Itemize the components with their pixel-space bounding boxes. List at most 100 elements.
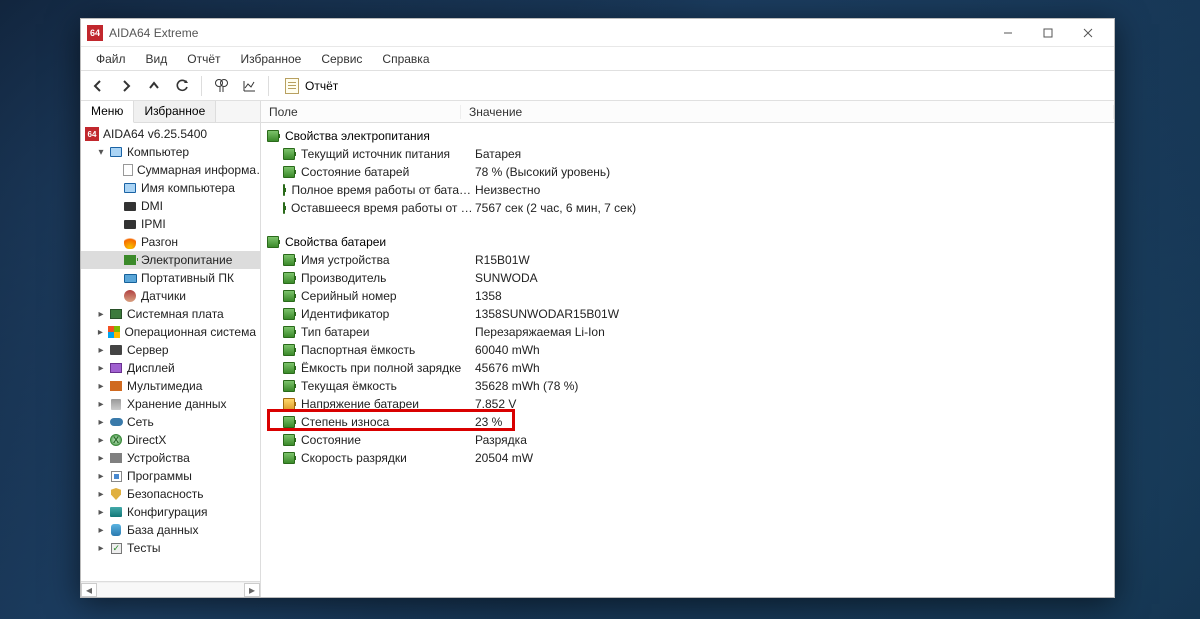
report-button[interactable]: Отчёт xyxy=(275,75,348,97)
detail-row[interactable]: Состояние батарей78 % (Высокий уровень) xyxy=(261,163,1114,181)
group-title: Свойства батареи xyxy=(285,235,386,249)
menu-favorites[interactable]: Избранное xyxy=(232,49,311,69)
battery-icon xyxy=(283,290,295,302)
detail-row[interactable]: Производитель SUNWODA xyxy=(261,269,1114,287)
detail-row[interactable]: Серийный номер1358 xyxy=(261,287,1114,305)
collapse-icon[interactable]: ▾ xyxy=(95,146,107,158)
tree-tests[interactable]: ▸Тесты xyxy=(81,539,260,557)
battery-icon xyxy=(283,166,295,178)
expand-icon[interactable]: ▸ xyxy=(95,434,107,446)
menu-service[interactable]: Сервис xyxy=(312,49,371,69)
benchmark-button[interactable] xyxy=(208,73,234,99)
chart-button[interactable] xyxy=(236,73,262,99)
tree-network[interactable]: ▸Сеть xyxy=(81,413,260,431)
expand-icon[interactable]: ▸ xyxy=(95,470,107,482)
close-button[interactable] xyxy=(1068,21,1108,45)
group-header[interactable]: Свойства батареи xyxy=(261,233,1114,251)
expand-icon[interactable]: ▸ xyxy=(95,524,107,536)
up-button[interactable] xyxy=(141,73,167,99)
field-value: SUNWODA xyxy=(471,271,1114,285)
tree-os[interactable]: ▸Операционная система xyxy=(81,323,260,341)
minimize-button[interactable] xyxy=(988,21,1028,45)
titlebar: 64 AIDA64 Extreme xyxy=(81,19,1114,47)
tree-motherboard[interactable]: ▸Системная плата xyxy=(81,305,260,323)
expand-icon[interactable]: ▸ xyxy=(95,344,107,356)
server-icon xyxy=(110,345,122,355)
expand-icon[interactable]: ▸ xyxy=(95,452,107,464)
tree-storage[interactable]: ▸Хранение данных xyxy=(81,395,260,413)
tree-summary[interactable]: Суммарная информа… xyxy=(81,161,260,179)
tree-ipmi[interactable]: IPMI xyxy=(81,215,260,233)
tree-dmi[interactable]: DMI xyxy=(81,197,260,215)
tree-portable[interactable]: Портативный ПК xyxy=(81,269,260,287)
detail-row[interactable]: Тип батареиПерезаряжаемая Li-Ion xyxy=(261,323,1114,341)
scroll-right-icon[interactable]: ▸ xyxy=(244,583,260,597)
back-button[interactable] xyxy=(85,73,111,99)
expand-icon[interactable]: ▸ xyxy=(95,488,107,500)
detail-row[interactable]: Паспортная ёмкость60040 mWh xyxy=(261,341,1114,359)
tree-database[interactable]: ▸База данных xyxy=(81,521,260,539)
computer-icon xyxy=(110,147,122,157)
detail-row[interactable]: Ёмкость при полной зарядке45676 mWh xyxy=(261,359,1114,377)
detail-row[interactable]: Оставшееся время работы от …7567 сек (2 … xyxy=(261,199,1114,217)
menu-file[interactable]: Файл xyxy=(87,49,135,69)
tree-config[interactable]: ▸Конфигурация xyxy=(81,503,260,521)
detail-row[interactable]: Степень износа23 % xyxy=(261,413,1114,431)
field-value: 7.852 V xyxy=(471,397,1114,411)
tree-server[interactable]: ▸Сервер xyxy=(81,341,260,359)
tree-devices[interactable]: ▸Устройства xyxy=(81,449,260,467)
battery-icon xyxy=(283,452,295,464)
refresh-button[interactable] xyxy=(169,73,195,99)
detail-row[interactable]: СостояниеРазрядка xyxy=(261,431,1114,449)
tree-display[interactable]: ▸Дисплей xyxy=(81,359,260,377)
forward-button[interactable] xyxy=(113,73,139,99)
tab-favorites[interactable]: Избранное xyxy=(134,101,216,122)
expand-icon[interactable]: ▸ xyxy=(95,398,107,410)
tree-scrollbar[interactable]: ◂ ▸ xyxy=(81,581,260,597)
column-value[interactable]: Значение xyxy=(461,105,1114,119)
tree-name[interactable]: Имя компьютера xyxy=(81,179,260,197)
detail-row[interactable]: Текущий источник питанияБатарея xyxy=(261,145,1114,163)
tree-programs[interactable]: ▸Программы xyxy=(81,467,260,485)
tree-sensors[interactable]: Датчики xyxy=(81,287,260,305)
expand-icon[interactable]: ▸ xyxy=(95,380,107,392)
detail-row[interactable]: Полное время работы от бата…Неизвестно xyxy=(261,181,1114,199)
menu-help[interactable]: Справка xyxy=(373,49,438,69)
field-value: 20504 mW xyxy=(471,451,1114,465)
tab-menu[interactable]: Меню xyxy=(81,101,134,123)
battery-icon xyxy=(283,254,295,266)
detail-row[interactable]: Текущая ёмкость35628 mWh (78 %) xyxy=(261,377,1114,395)
detail-row[interactable]: Идентификатор1358SUNWODAR15B01W xyxy=(261,305,1114,323)
field-label: Паспортная ёмкость xyxy=(301,343,415,357)
tree-security[interactable]: ▸Безопасность xyxy=(81,485,260,503)
expand-icon[interactable]: ▸ xyxy=(95,506,107,518)
multimedia-icon xyxy=(110,381,122,391)
tree-power[interactable]: Электропитание xyxy=(81,251,260,269)
field-value: Батарея xyxy=(471,147,1114,161)
tree-multimedia[interactable]: ▸Мультимедиа xyxy=(81,377,260,395)
battery-icon xyxy=(283,184,285,196)
maximize-button[interactable] xyxy=(1028,21,1068,45)
expand-icon[interactable]: ▸ xyxy=(95,542,107,554)
expand-icon[interactable]: ▸ xyxy=(95,362,107,374)
field-value: 23 % xyxy=(471,415,1114,429)
toolbar-separator xyxy=(268,76,269,96)
flame-icon xyxy=(124,235,136,249)
detail-row[interactable]: Скорость разрядки20504 mW xyxy=(261,449,1114,467)
column-field[interactable]: Поле xyxy=(261,105,461,119)
expand-icon[interactable]: ▸ xyxy=(95,308,107,320)
detail-row[interactable]: Напряжение батареи7.852 V xyxy=(261,395,1114,413)
tree-root[interactable]: 64AIDA64 v6.25.5400 xyxy=(81,125,260,143)
tree-directx[interactable]: ▸XDirectX xyxy=(81,431,260,449)
tree-overclock[interactable]: Разгон xyxy=(81,233,260,251)
menu-view[interactable]: Вид xyxy=(137,49,177,69)
group-header[interactable]: Свойства электропитания xyxy=(261,127,1114,145)
toolbar-separator xyxy=(201,76,202,96)
field-label: Производитель xyxy=(301,271,386,285)
expand-icon[interactable]: ▸ xyxy=(95,416,107,428)
detail-row[interactable]: Имя устройстваR15B01W xyxy=(261,251,1114,269)
scroll-left-icon[interactable]: ◂ xyxy=(81,583,97,597)
expand-icon[interactable]: ▸ xyxy=(95,326,106,338)
menu-report[interactable]: Отчёт xyxy=(178,49,229,69)
tree-computer[interactable]: ▾Компьютер xyxy=(81,143,260,161)
